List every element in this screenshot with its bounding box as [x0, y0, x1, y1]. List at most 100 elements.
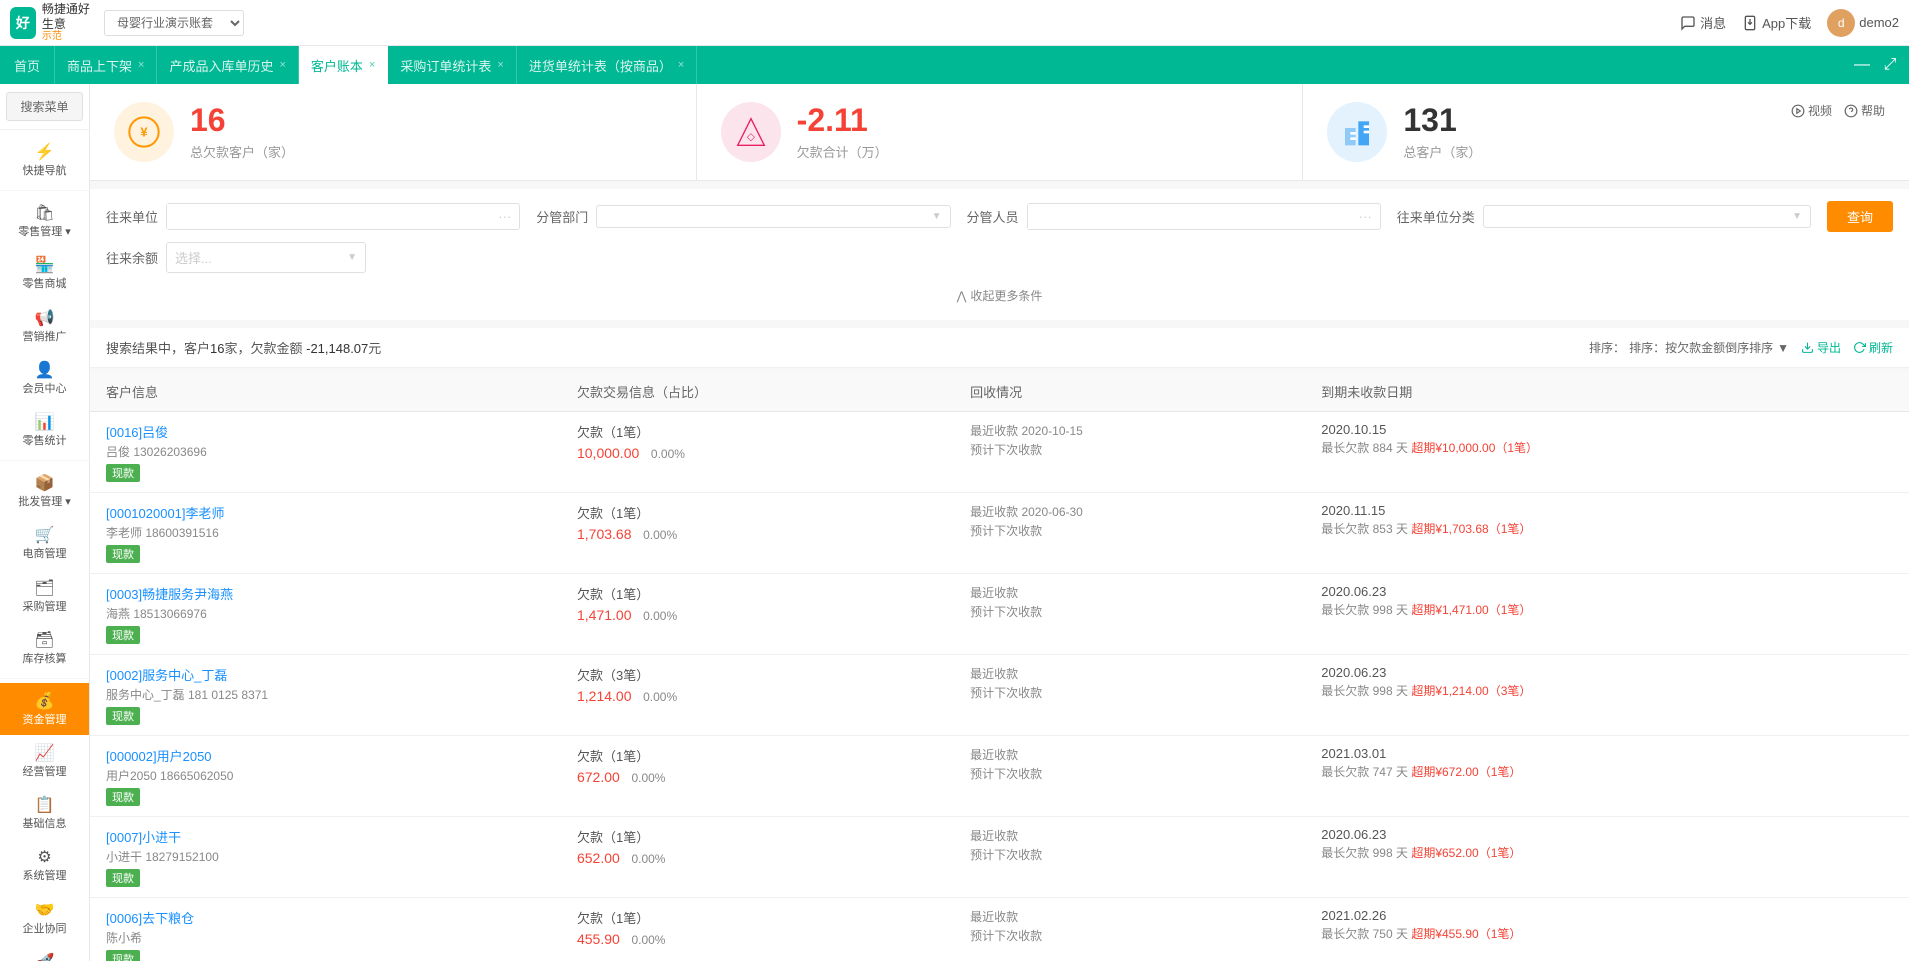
overdue-link[interactable]: 超期¥1,703.68（1笔） [1411, 522, 1531, 536]
tabs-maximize-btn[interactable]: ⤢ [1879, 54, 1901, 76]
manager-picker-btn[interactable]: ··· [1351, 205, 1380, 228]
query-button[interactable]: 查询 [1827, 201, 1893, 232]
top-bar: 好 畅捷通好生意 示范 母婴行业演示账套 消息 App下载 d demo2 [0, 0, 1909, 46]
overdue-link[interactable]: 超期¥455.90（1笔） [1411, 927, 1521, 941]
collapse-button[interactable]: ⋀ 收起更多条件 [957, 287, 1043, 304]
customer-tag: 现款 [106, 464, 140, 482]
customer-name-link[interactable]: [0003]畅捷服务尹海燕 [106, 587, 233, 602]
filter-from-unit: 往来单位 ··· [106, 203, 520, 230]
refresh-icon [1853, 341, 1866, 354]
overdue-date: 2020.06.23 [1321, 584, 1893, 599]
sidebar-item-retail-stats[interactable]: 📊 零售统计 [0, 404, 89, 456]
tab-goods[interactable]: 商品上下架 × [55, 46, 157, 84]
cell-recovery: 最近收款 预计下次收款 [954, 736, 1305, 817]
batch-manage-icon: 📦 [35, 473, 55, 493]
overdue-link[interactable]: 超期¥10,000.00（1笔） [1411, 441, 1538, 455]
tab-purchase-order-close[interactable]: × [497, 59, 503, 71]
balance-arrow: ▼ [347, 252, 357, 263]
retail-manage-group: 🛍 零售管理 ▾ 🏪 零售商城 📢 营销推广 👤 会员中心 📊 零 [0, 191, 89, 461]
sort-selector[interactable]: 排序： 排序：按欠款金额倒序排序 ▼ [1589, 339, 1789, 356]
marketing-icon: 📢 [35, 308, 55, 328]
debt-pct: 0.00% [643, 528, 677, 542]
sidebar-item-ecommerce[interactable]: 🛒 电商管理 [0, 517, 89, 569]
result-text: 搜索结果中，客户16家，欠款金额 -21,148.07元 [106, 338, 381, 357]
sidebar-item-member[interactable]: 👤 会员中心 [0, 352, 89, 404]
app-download-action[interactable]: App下载 [1742, 13, 1811, 32]
tab-product-history[interactable]: 产成品入库单历史 × [157, 46, 298, 84]
app-selector[interactable]: 母婴行业演示账套 [104, 10, 244, 36]
sidebar-item-enterprise[interactable]: 🤝 企业协同 [0, 892, 89, 944]
customer-name-link[interactable]: [0002]服务中心_丁磊 [106, 668, 227, 683]
tab-goods-close[interactable]: × [138, 59, 144, 71]
overdue-date: 2020.06.23 [1321, 665, 1893, 680]
video-action[interactable]: 视频 [1791, 102, 1832, 119]
from-unit-picker-btn[interactable]: ··· [490, 205, 519, 228]
debt-count: 欠款（1笔） [577, 503, 938, 522]
from-unit-input[interactable] [167, 204, 490, 229]
sidebar-item-newbie[interactable]: 🚀 新手引导 [0, 944, 89, 961]
cell-customer-info: [0006]去下粮仓 陈小希 现款 [90, 898, 561, 961]
manager-input[interactable] [1028, 204, 1351, 229]
help-action[interactable]: 帮助 [1844, 102, 1885, 119]
cell-recovery: 最近收款 2020-06-30 预计下次收款 [954, 493, 1305, 574]
sidebar-item-retail-manage[interactable]: 🛍 零售管理 ▾ [0, 195, 89, 247]
overdue-link[interactable]: 超期¥1,471.00（1笔） [1411, 603, 1531, 617]
customer-name-link[interactable]: [0006]去下粮仓 [106, 911, 194, 926]
customer-name-link[interactable]: [0016]吕俊 [106, 425, 168, 440]
sidebar-item-retail-mall[interactable]: 🏪 零售商城 [0, 247, 89, 299]
tab-customer-account[interactable]: 客户账本 × [299, 46, 388, 84]
recovery-latest: 最近收款 2020-06-30 [970, 503, 1289, 520]
unit-category-select[interactable]: ▼ [1483, 205, 1811, 228]
cell-due-date: 2020.11.15 最长欠款 853 天 超期¥1,703.68（1笔） [1305, 493, 1909, 574]
customer-name-link[interactable]: [0001020001]李老师 [106, 506, 225, 521]
balance-select[interactable]: 选择... ▼ [166, 242, 366, 273]
search-menu-button[interactable]: 搜索菜单 [6, 92, 83, 121]
sidebar-item-batch-manage[interactable]: 📦 批发管理 ▾ [0, 465, 89, 517]
tab-inventory-stats-close[interactable]: × [678, 59, 684, 71]
debt-pct: 0.00% [631, 771, 665, 785]
overdue-link[interactable]: 超期¥652.00（1笔） [1411, 846, 1521, 860]
sidebar-item-inventory[interactable]: 🗃 库存核算 [0, 622, 89, 674]
sidebar-item-member-label: 会员中心 [23, 383, 67, 396]
tab-product-history-close[interactable]: × [279, 59, 285, 71]
cell-debt-info: 欠款（1笔） 652.00 0.00% [561, 817, 954, 898]
recovery-latest: 最近收款 2020-10-15 [970, 422, 1289, 439]
col-debt-info: 欠款交易信息（占比） [561, 372, 954, 412]
tab-inventory-stats[interactable]: 进货单统计表（按商品） × [517, 46, 697, 84]
table-row: [0006]去下粮仓 陈小希 现款 欠款（1笔） 455.90 0.00% 最近… [90, 898, 1909, 961]
sidebar-item-system[interactable]: ⚙ 系统管理 [0, 839, 89, 891]
filter-row-2: 往来余额 选择... ▼ [106, 242, 1893, 273]
sidebar-item-purchase[interactable]: 🗂 采购管理 [0, 570, 89, 622]
dept-select[interactable]: ▼ [596, 205, 950, 228]
result-customers-count: 16 [210, 341, 224, 356]
refresh-button[interactable]: 刷新 [1853, 339, 1893, 356]
customer-contact: 吕俊 13026203696 [106, 443, 545, 460]
sidebar-item-marketing[interactable]: 📢 营销推广 [0, 300, 89, 352]
table-row: [0001020001]李老师 李老师 18600391516 现款 欠款（1笔… [90, 493, 1909, 574]
customer-contact: 小进干 18279152100 [106, 848, 545, 865]
user-profile[interactable]: d demo2 [1827, 9, 1899, 37]
sidebar-item-quick-nav[interactable]: ⚡ 快捷导航 [0, 134, 89, 186]
tab-purchase-order[interactable]: 采购订单统计表 × [388, 46, 516, 84]
sidebar-item-basic-info[interactable]: 📋 基础信息 [0, 787, 89, 839]
sidebar-item-purchase-label: 采购管理 [23, 601, 67, 614]
message-action[interactable]: 消息 [1680, 13, 1726, 32]
tabs-minimize-btn[interactable]: — [1851, 54, 1873, 76]
overdue-link[interactable]: 超期¥672.00（1笔） [1411, 765, 1521, 779]
overdue-link[interactable]: 超期¥1,214.00（3笔） [1411, 684, 1531, 698]
export-button[interactable]: 导出 [1801, 339, 1841, 356]
tab-customer-account-close[interactable]: × [369, 59, 375, 71]
overdue-detail: 最长欠款 750 天 超期¥455.90（1笔） [1321, 925, 1893, 942]
tab-home[interactable]: 首页 [0, 46, 55, 84]
debt-amount-row: 652.00 0.00% [577, 850, 938, 866]
sidebar-item-operations[interactable]: 📈 经营管理 [0, 735, 89, 787]
filter-from-unit-input-wrapper: ··· [166, 203, 520, 230]
customer-name-link[interactable]: [0007]小进干 [106, 830, 181, 845]
debt-amount-row: 10,000.00 0.00% [577, 445, 938, 461]
customer-name-link[interactable]: [000002]用户2050 [106, 749, 212, 764]
debt-amount-row: 672.00 0.00% [577, 769, 938, 785]
filter-dept: 分管部门 ▼ [536, 205, 950, 228]
filter-area: 往来单位 ··· 分管部门 ▼ 分管人员 [90, 189, 1909, 320]
sidebar-item-finance[interactable]: 💰 资金管理 [0, 683, 89, 735]
sidebar-item-label: 快捷导航 [23, 165, 67, 178]
